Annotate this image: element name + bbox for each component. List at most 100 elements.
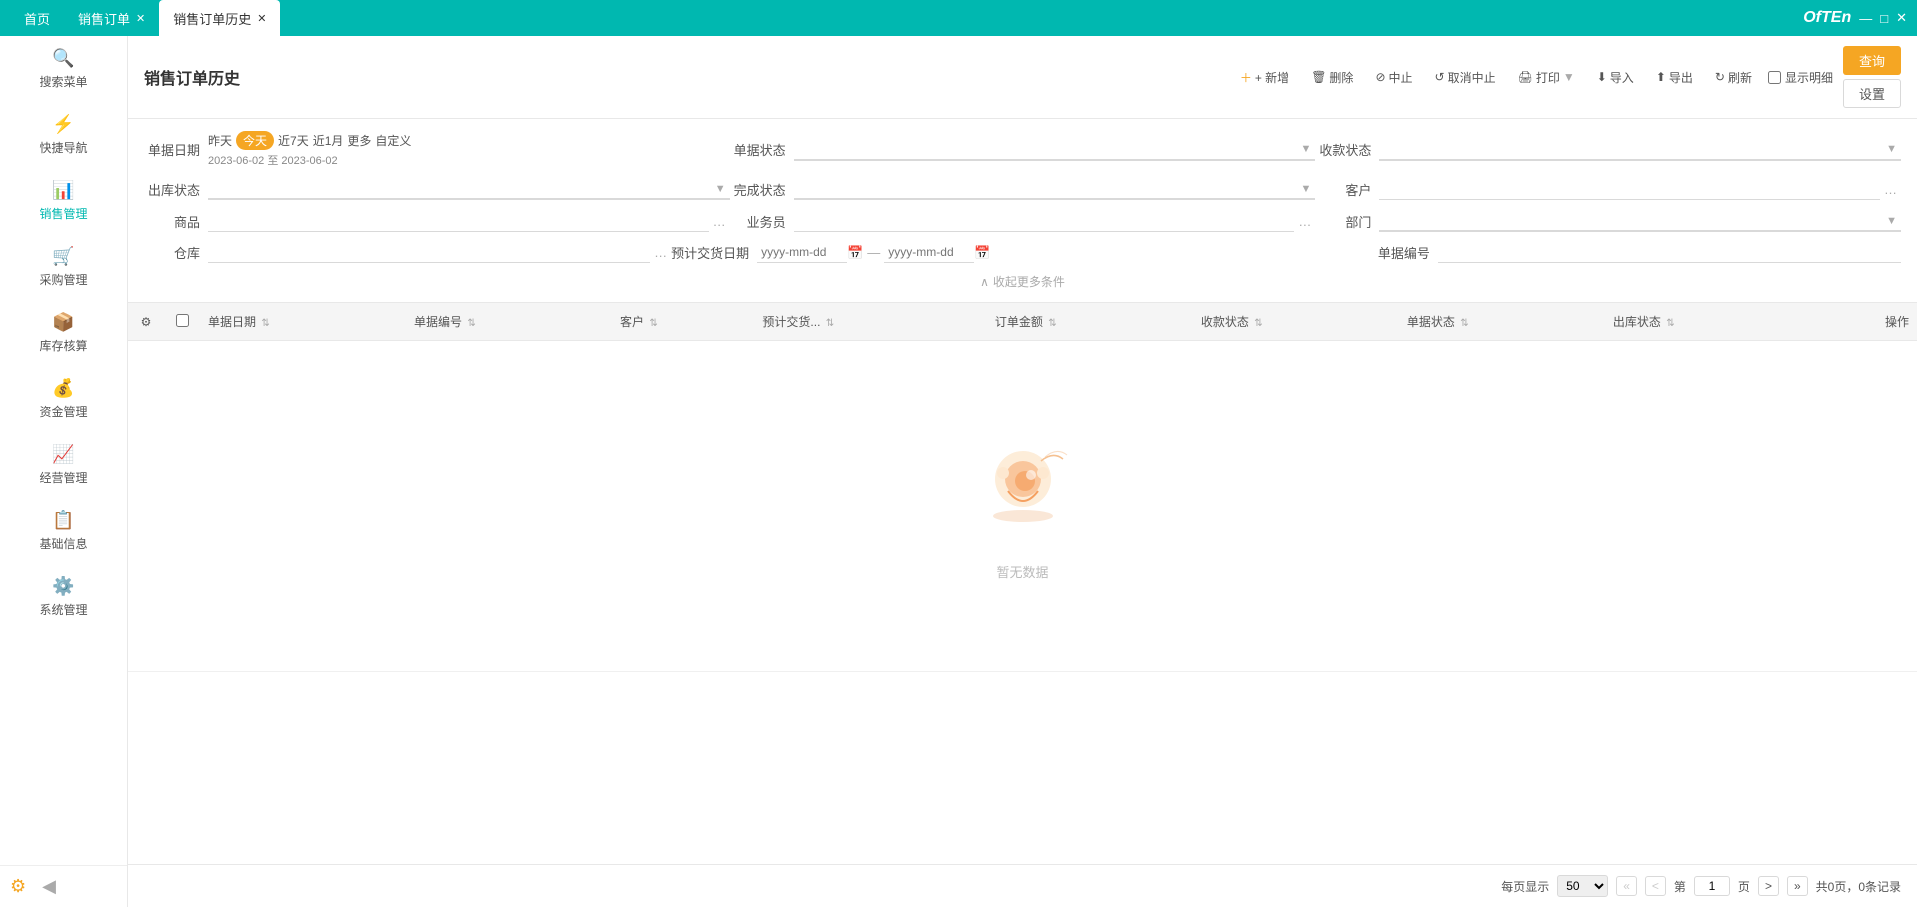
print-dropdown-icon[interactable]: ▼ <box>1563 70 1575 84</box>
page-size-select[interactable]: 50 10 20 100 <box>1557 875 1608 897</box>
tab-sales-order[interactable]: 销售订单 ✕ <box>64 0 159 36</box>
first-page-btn[interactable]: « <box>1616 876 1637 896</box>
sidebar-item-inventory[interactable]: 📦 库存核算 <box>0 300 127 366</box>
finance-icon: 💰 <box>52 378 74 399</box>
col-order-no: 单据编号 ⇅ <box>406 303 612 341</box>
toolbar-import-btn[interactable]: ⬇ 导入 <box>1591 66 1640 89</box>
complete-select[interactable] <box>794 178 1316 199</box>
delivery-date-label: 预计交货日期 <box>671 243 757 262</box>
toolbar-delete-btn[interactable]: 🗑 删除 <box>1305 66 1359 89</box>
salesman-input[interactable] <box>794 211 1295 232</box>
sidebar-item-purchase[interactable]: 🛒 采购管理 <box>0 234 127 300</box>
receipt-status-label: 收款状态 <box>1315 140 1379 159</box>
table-area: ⚙ 单据日期 ⇅ 单据编号 ⇅ <box>128 303 1917 864</box>
outbound-label: 出库状态 <box>144 180 208 199</box>
status-select[interactable] <box>794 139 1316 160</box>
date-1month[interactable]: 近1月 <box>313 132 344 149</box>
sort-amount-icon[interactable]: ⇅ <box>1048 318 1056 329</box>
order-no-input[interactable] <box>1438 242 1901 263</box>
receipt-status-select[interactable] <box>1379 139 1901 160</box>
warehouse-ellipsis-icon[interactable]: … <box>650 245 671 260</box>
page-header: 销售订单历史 ＋ + 新增 🗑 删除 ⊘ 中止 ↺ 取消中止 <box>128 36 1917 119</box>
collapse-row[interactable]: ∧ 收起更多条件 <box>144 273 1901 290</box>
col-customer: 客户 ⇅ <box>612 303 754 341</box>
sidebar-item-base-info[interactable]: 📋 基础信息 <box>0 498 127 564</box>
col-amount: 订单金额 ⇅ <box>987 303 1193 341</box>
close-sales-order-icon[interactable]: ✕ <box>136 12 145 25</box>
filter-delivery-date-item: 预计交货日期 📅 — 📅 <box>671 242 1374 263</box>
last-page-btn[interactable]: » <box>1787 876 1808 896</box>
sort-date-icon[interactable]: ⇅ <box>261 318 269 329</box>
sort-order-no-icon[interactable]: ⇅ <box>467 318 475 329</box>
calendar-end-icon[interactable]: 📅 <box>974 245 990 261</box>
filter-order-no-item: 单据编号 <box>1374 242 1901 263</box>
close-history-icon[interactable]: ✕ <box>257 12 266 25</box>
product-ellipsis-icon[interactable]: … <box>709 214 730 229</box>
sidebar-item-search-menu[interactable]: 🔍 搜索菜单 <box>0 36 127 102</box>
page-word: 第 <box>1674 878 1686 895</box>
sort-outbound-status-icon[interactable]: ⇅ <box>1666 318 1674 329</box>
salesman-ellipsis-icon[interactable]: … <box>1294 214 1315 229</box>
sort-receipt-status-icon[interactable]: ⇅ <box>1254 318 1262 329</box>
select-all-checkbox[interactable] <box>176 314 189 327</box>
warehouse-input[interactable] <box>208 242 650 263</box>
delivery-date-end-input[interactable] <box>884 242 974 263</box>
calendar-start-icon[interactable]: 📅 <box>847 245 863 261</box>
customer-ellipsis-icon[interactable]: … <box>1880 182 1901 197</box>
date-custom[interactable]: 自定义 <box>375 132 411 149</box>
dept-select[interactable] <box>1379 210 1901 231</box>
next-page-btn[interactable]: > <box>1758 876 1779 896</box>
outbound-select[interactable] <box>208 178 730 199</box>
dept-label: 部门 <box>1315 212 1379 231</box>
top-bar-right: OfTEn — □ ✕ <box>1803 9 1907 27</box>
sidebar-item-system[interactable]: ⚙️ 系统管理 <box>0 564 127 630</box>
toolbar-new-btn[interactable]: ＋ + 新增 <box>1234 66 1295 89</box>
receipt-status-select-wrapper: ▼ <box>1379 139 1901 161</box>
empty-svg <box>973 431 1073 531</box>
sidebar-item-sales[interactable]: 📊 销售管理 <box>0 168 127 234</box>
sort-customer-icon[interactable]: ⇅ <box>649 318 657 329</box>
page-input[interactable] <box>1694 876 1730 896</box>
topbar-maximize-icon[interactable]: □ <box>1880 11 1888 26</box>
sort-bill-status-icon[interactable]: ⇅ <box>1460 318 1468 329</box>
sidebar-item-finance[interactable]: 💰 资金管理 <box>0 366 127 432</box>
collapse-label: 收起更多条件 <box>993 273 1065 290</box>
footer-settings-icon[interactable]: ⚙ <box>10 876 26 897</box>
base-info-icon: 📋 <box>52 510 74 531</box>
sidebar-item-quick-nav[interactable]: ⚡ 快捷导航 <box>0 102 127 168</box>
content-area: 销售订单历史 ＋ + 新增 🗑 删除 ⊘ 中止 ↺ 取消中止 <box>128 36 1917 907</box>
set-button[interactable]: 设置 <box>1843 79 1901 108</box>
filter-dept-item: 部门 ▼ <box>1315 210 1901 232</box>
date-7days[interactable]: 近7天 <box>278 132 309 149</box>
date-today[interactable]: 今天 <box>236 131 274 150</box>
warehouse-label: 仓库 <box>144 243 208 262</box>
sort-delivery-icon[interactable]: ⇅ <box>826 318 834 329</box>
product-input[interactable] <box>208 211 709 232</box>
date-sub-range: 2023-06-02 至 2023-06-02 <box>208 152 411 168</box>
sidebar-item-operations[interactable]: 📈 经营管理 <box>0 432 127 498</box>
toolbar-export-btn[interactable]: ⬆ 导出 <box>1650 66 1699 89</box>
tab-home[interactable]: 首页 <box>10 0 64 36</box>
page-body: ⚙ 单据日期 ⇅ 单据编号 ⇅ <box>128 303 1917 907</box>
show-detail-checkbox[interactable] <box>1768 71 1781 84</box>
footer-collapse-icon[interactable]: ◀ <box>42 876 56 897</box>
toolbar-cancel-stop-btn[interactable]: ↺ 取消中止 <box>1429 66 1502 89</box>
toolbar-refresh-btn[interactable]: ↻ 刷新 <box>1709 66 1758 89</box>
show-detail-checkbox-wrapper[interactable]: 显示明细 <box>1768 69 1833 86</box>
delivery-date-start-input[interactable] <box>757 242 847 263</box>
customer-input[interactable] <box>1379 179 1880 200</box>
filter-customer-item: 客户 … <box>1315 179 1901 200</box>
topbar-close-icon[interactable]: ✕ <box>1896 10 1907 26</box>
topbar-minimize-icon[interactable]: — <box>1859 11 1872 26</box>
date-more[interactable]: 更多 <box>347 132 371 149</box>
date-yesterday[interactable]: 昨天 <box>208 132 232 149</box>
col-date: 单据日期 ⇅ <box>200 303 406 341</box>
toolbar-print-btn[interactable]: 🖨 打印 ▼ <box>1512 66 1581 89</box>
tab-sales-order-history[interactable]: 销售订单历史 ✕ <box>159 0 280 36</box>
status-label: 单据状态 <box>730 140 794 159</box>
column-settings-icon[interactable]: ⚙ <box>141 315 152 329</box>
empty-state: 暂无数据 <box>136 351 1909 661</box>
toolbar-stop-btn[interactable]: ⊘ 中止 <box>1369 66 1418 89</box>
prev-page-btn[interactable]: < <box>1645 876 1666 896</box>
query-button[interactable]: 查询 <box>1843 46 1901 75</box>
